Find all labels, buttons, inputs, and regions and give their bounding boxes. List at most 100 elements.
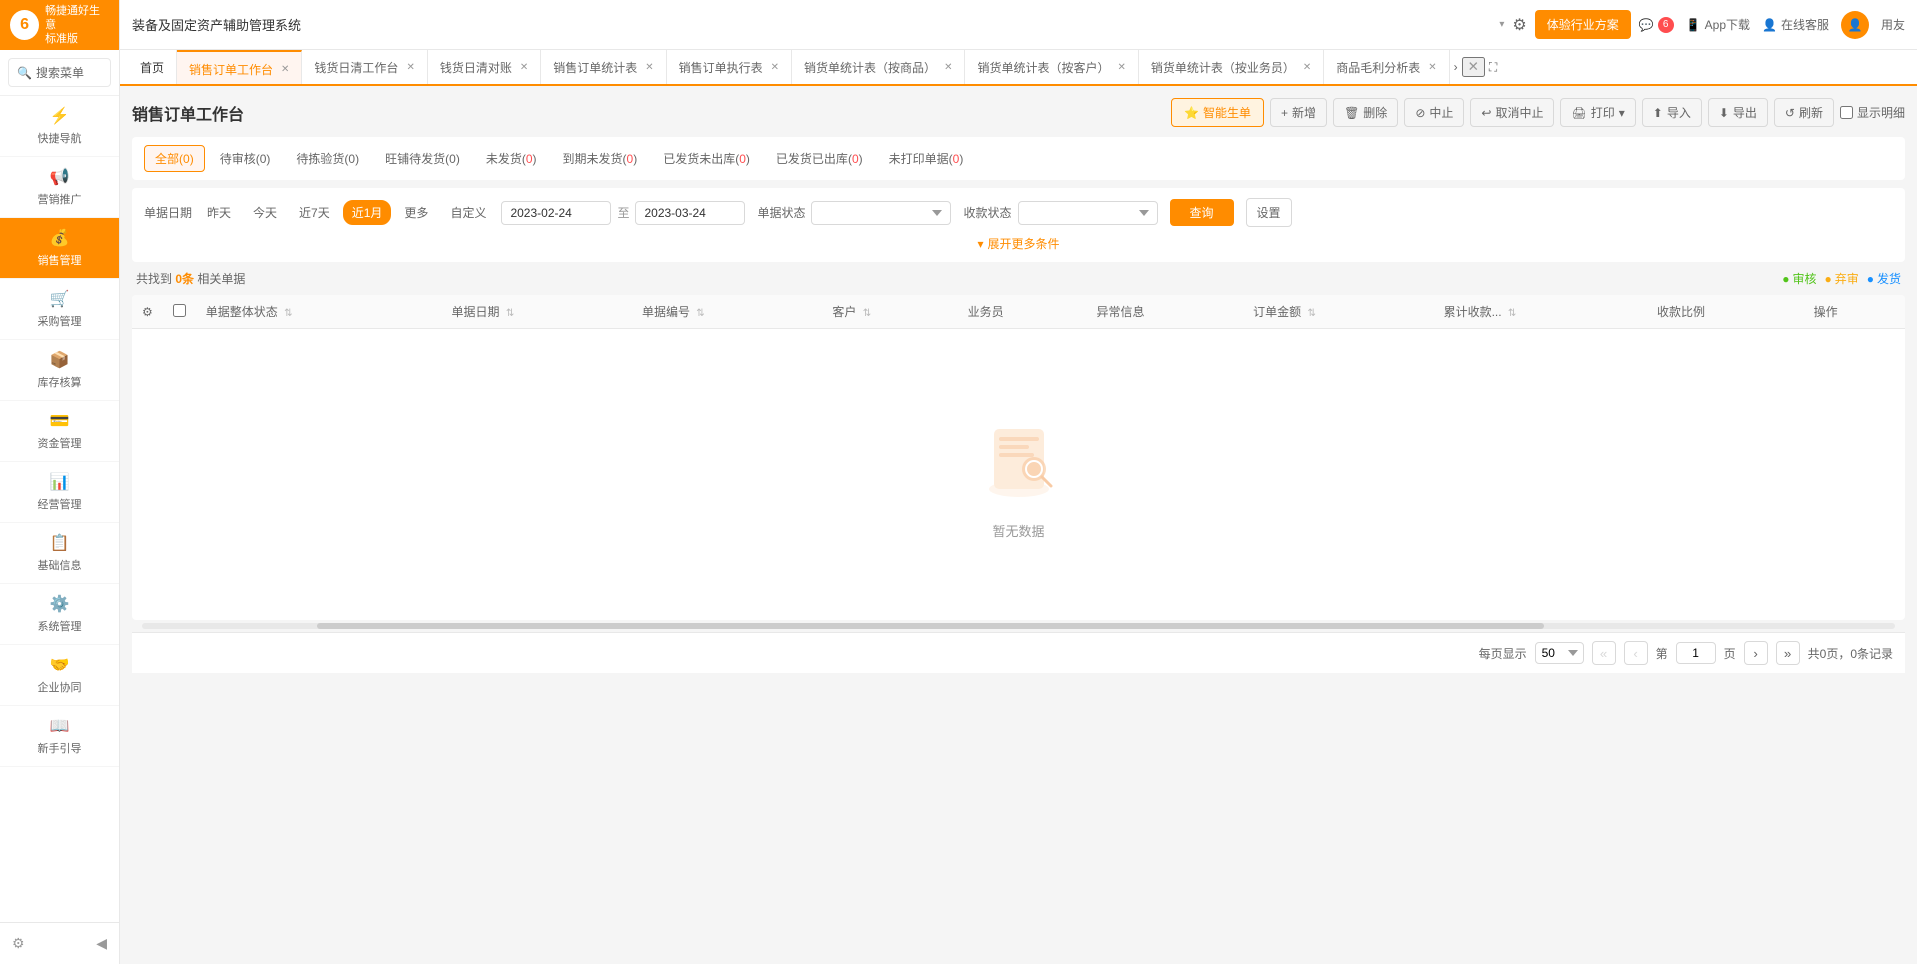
- sidebar-settings-button[interactable]: ⚙: [8, 931, 29, 956]
- message-button[interactable]: 💬 6: [1639, 17, 1674, 33]
- sort-status-icon[interactable]: ⇅: [284, 308, 292, 319]
- tab-close-sales-exec[interactable]: ✕: [771, 62, 779, 73]
- user-name-button[interactable]: 用友: [1881, 16, 1905, 33]
- search-button[interactable]: 查询: [1170, 199, 1234, 226]
- refresh-button[interactable]: ↺ 刷新: [1774, 98, 1834, 127]
- tab-sales-stat-staff[interactable]: 销货单统计表（按业务员） ✕: [1139, 50, 1324, 85]
- tab-fullscreen-button[interactable]: ⛶: [1485, 60, 1501, 75]
- search-menu-button[interactable]: 🔍 搜索菜单: [8, 58, 111, 87]
- horizontal-scrollbar[interactable]: [132, 620, 1905, 632]
- sort-number-icon[interactable]: ⇅: [696, 308, 704, 319]
- sidebar-collapse-button[interactable]: ◀: [92, 931, 111, 956]
- tab-close-sales-stat-product[interactable]: ✕: [944, 62, 952, 73]
- sort-customer-icon[interactable]: ⇅: [863, 308, 871, 319]
- sidebar-item-operations[interactable]: 📊 经营管理: [0, 462, 119, 523]
- user-icon: 👤: [1848, 18, 1863, 32]
- tab-sales-stat-customer[interactable]: 销货单统计表（按客户） ✕: [965, 50, 1138, 85]
- sidebar-item-sales[interactable]: 💰 销售管理: [0, 218, 119, 279]
- per-page-select[interactable]: 20 50 100: [1535, 642, 1584, 664]
- column-settings-icon[interactable]: ⚙: [142, 305, 153, 319]
- scrollbar-thumb[interactable]: [317, 623, 1544, 629]
- tab-margin-analysis[interactable]: 商品毛利分析表 ✕: [1324, 50, 1449, 85]
- tab-sales-workbench[interactable]: 销售订单工作台 ✕: [177, 50, 302, 86]
- filter-tab-wangpu-ship[interactable]: 旺铺待发货(0): [374, 145, 471, 172]
- tab-cash-reconcile[interactable]: 钱货日清对账 ✕: [428, 50, 541, 85]
- tab-close-sales-stat-staff[interactable]: ✕: [1303, 62, 1311, 73]
- th-actions: 操作: [1804, 295, 1905, 329]
- online-service-button[interactable]: 👤 在线客服: [1762, 16, 1829, 33]
- tab-close-cash-daily[interactable]: ✕: [406, 62, 414, 73]
- user-avatar[interactable]: 👤: [1841, 11, 1869, 39]
- date-to-input[interactable]: [635, 201, 745, 225]
- payment-select[interactable]: [1018, 201, 1158, 225]
- tab-close-cash-reconcile[interactable]: ✕: [520, 62, 528, 73]
- tab-close-all-button[interactable]: ✕: [1462, 57, 1485, 77]
- batch-cancel-audit-button[interactable]: ● 弃审: [1824, 270, 1858, 287]
- stop-button[interactable]: ⊘ 中止: [1404, 98, 1464, 127]
- print-button[interactable]: 🖨 打印 ▾: [1560, 98, 1635, 127]
- first-page-button[interactable]: «: [1592, 641, 1616, 665]
- sidebar-quick-nav[interactable]: ⚡ 快捷导航: [0, 96, 119, 157]
- filter-tab-not-printed[interactable]: 未打印单据(0): [878, 145, 975, 172]
- header-settings-icon[interactable]: ⚙: [1512, 15, 1526, 35]
- filter-tab-not-shipped[interactable]: 未发货(0): [475, 145, 548, 172]
- date-chip-custom[interactable]: 自定义: [441, 200, 495, 225]
- sidebar-item-purchase[interactable]: 🛒 采购管理: [0, 279, 119, 340]
- sidebar-item-finance[interactable]: 💳 资金管理: [0, 401, 119, 462]
- prev-page-button[interactable]: ‹: [1624, 641, 1648, 665]
- tab-close-sales-stat[interactable]: ✕: [645, 62, 653, 73]
- th-customer: 客户 ⇅: [822, 295, 957, 329]
- smart-create-button[interactable]: ⭐ 智能生单: [1171, 98, 1264, 127]
- experience-button[interactable]: 体验行业方案: [1535, 10, 1631, 39]
- tab-sales-stat-product[interactable]: 销货单统计表（按商品） ✕: [792, 50, 965, 85]
- tab-sales-stat[interactable]: 销售订单统计表 ✕: [541, 50, 666, 85]
- date-chip-1month[interactable]: 近1月: [343, 200, 392, 225]
- tab-close-margin-analysis[interactable]: ✕: [1428, 62, 1436, 73]
- sidebar-item-guide[interactable]: 📖 新手引导: [0, 706, 119, 767]
- date-chip-more[interactable]: 更多: [395, 200, 437, 225]
- date-chip-yesterday[interactable]: 昨天: [198, 200, 240, 225]
- date-chip-7days[interactable]: 近7天: [290, 200, 339, 225]
- sort-amount-icon[interactable]: ⇅: [1307, 308, 1315, 319]
- show-detail-checkbox-label[interactable]: 显示明细: [1840, 104, 1905, 121]
- results-actions: ● 审核 ● 弃审 ● 发货: [1782, 270, 1901, 287]
- show-detail-checkbox[interactable]: [1840, 106, 1853, 119]
- batch-audit-button[interactable]: ● 审核: [1782, 270, 1816, 287]
- filter-tab-pending-review[interactable]: 待审核(0): [209, 145, 282, 172]
- sidebar-item-system[interactable]: ⚙️ 系统管理: [0, 584, 119, 645]
- select-all-checkbox[interactable]: [173, 304, 186, 317]
- page-number-input[interactable]: [1676, 642, 1716, 664]
- tab-home[interactable]: 首页: [128, 50, 177, 85]
- batch-ship-button[interactable]: ● 发货: [1867, 270, 1901, 287]
- sidebar-item-inventory[interactable]: 📦 库存核算: [0, 340, 119, 401]
- last-page-button[interactable]: »: [1776, 641, 1800, 665]
- settings-button[interactable]: 设置: [1246, 198, 1292, 227]
- tab-close-sales-stat-customer[interactable]: ✕: [1117, 62, 1125, 73]
- filter-tab-shipped-not-out[interactable]: 已发货未出库(0): [652, 145, 761, 172]
- filter-tab-pending-check[interactable]: 待拣验货(0): [285, 145, 370, 172]
- cancel-stop-button[interactable]: ↩ 取消中止: [1470, 98, 1554, 127]
- filter-tab-all[interactable]: 全部(0): [144, 145, 205, 172]
- sidebar-item-marketing[interactable]: 📢 营销推广: [0, 157, 119, 218]
- next-page-button[interactable]: ›: [1744, 641, 1768, 665]
- date-from-input[interactable]: [501, 201, 611, 225]
- filter-tab-overdue-ship[interactable]: 到期未发货(0): [552, 145, 649, 172]
- expand-conditions-button[interactable]: ▾ 展开更多条件: [977, 235, 1059, 252]
- delete-button[interactable]: 🗑 删除: [1333, 98, 1398, 127]
- tab-sales-exec[interactable]: 销售订单执行表 ✕: [667, 50, 792, 85]
- sort-collected-icon[interactable]: ⇅: [1508, 308, 1516, 319]
- sidebar-item-base-info[interactable]: 📋 基础信息: [0, 523, 119, 584]
- tab-prev-button[interactable]: ›: [1450, 60, 1462, 74]
- system-dropdown-arrow[interactable]: ▾: [1499, 19, 1504, 30]
- add-button[interactable]: + 新增: [1270, 98, 1327, 127]
- tab-cash-daily[interactable]: 钱货日清工作台 ✕: [302, 50, 427, 85]
- import-button[interactable]: ⬆ 导入: [1642, 98, 1702, 127]
- app-download-button[interactable]: 📱 App下载: [1686, 16, 1750, 33]
- sort-date-icon[interactable]: ⇅: [506, 308, 514, 319]
- status-select[interactable]: [811, 201, 951, 225]
- filter-tab-shipped-out[interactable]: 已发货已出库(0): [765, 145, 874, 172]
- date-chip-today[interactable]: 今天: [244, 200, 286, 225]
- tab-close-sales-workbench[interactable]: ✕: [281, 64, 289, 75]
- export-button[interactable]: ⬇ 导出: [1708, 98, 1768, 127]
- sidebar-item-cooperation[interactable]: 🤝 企业协同: [0, 645, 119, 706]
